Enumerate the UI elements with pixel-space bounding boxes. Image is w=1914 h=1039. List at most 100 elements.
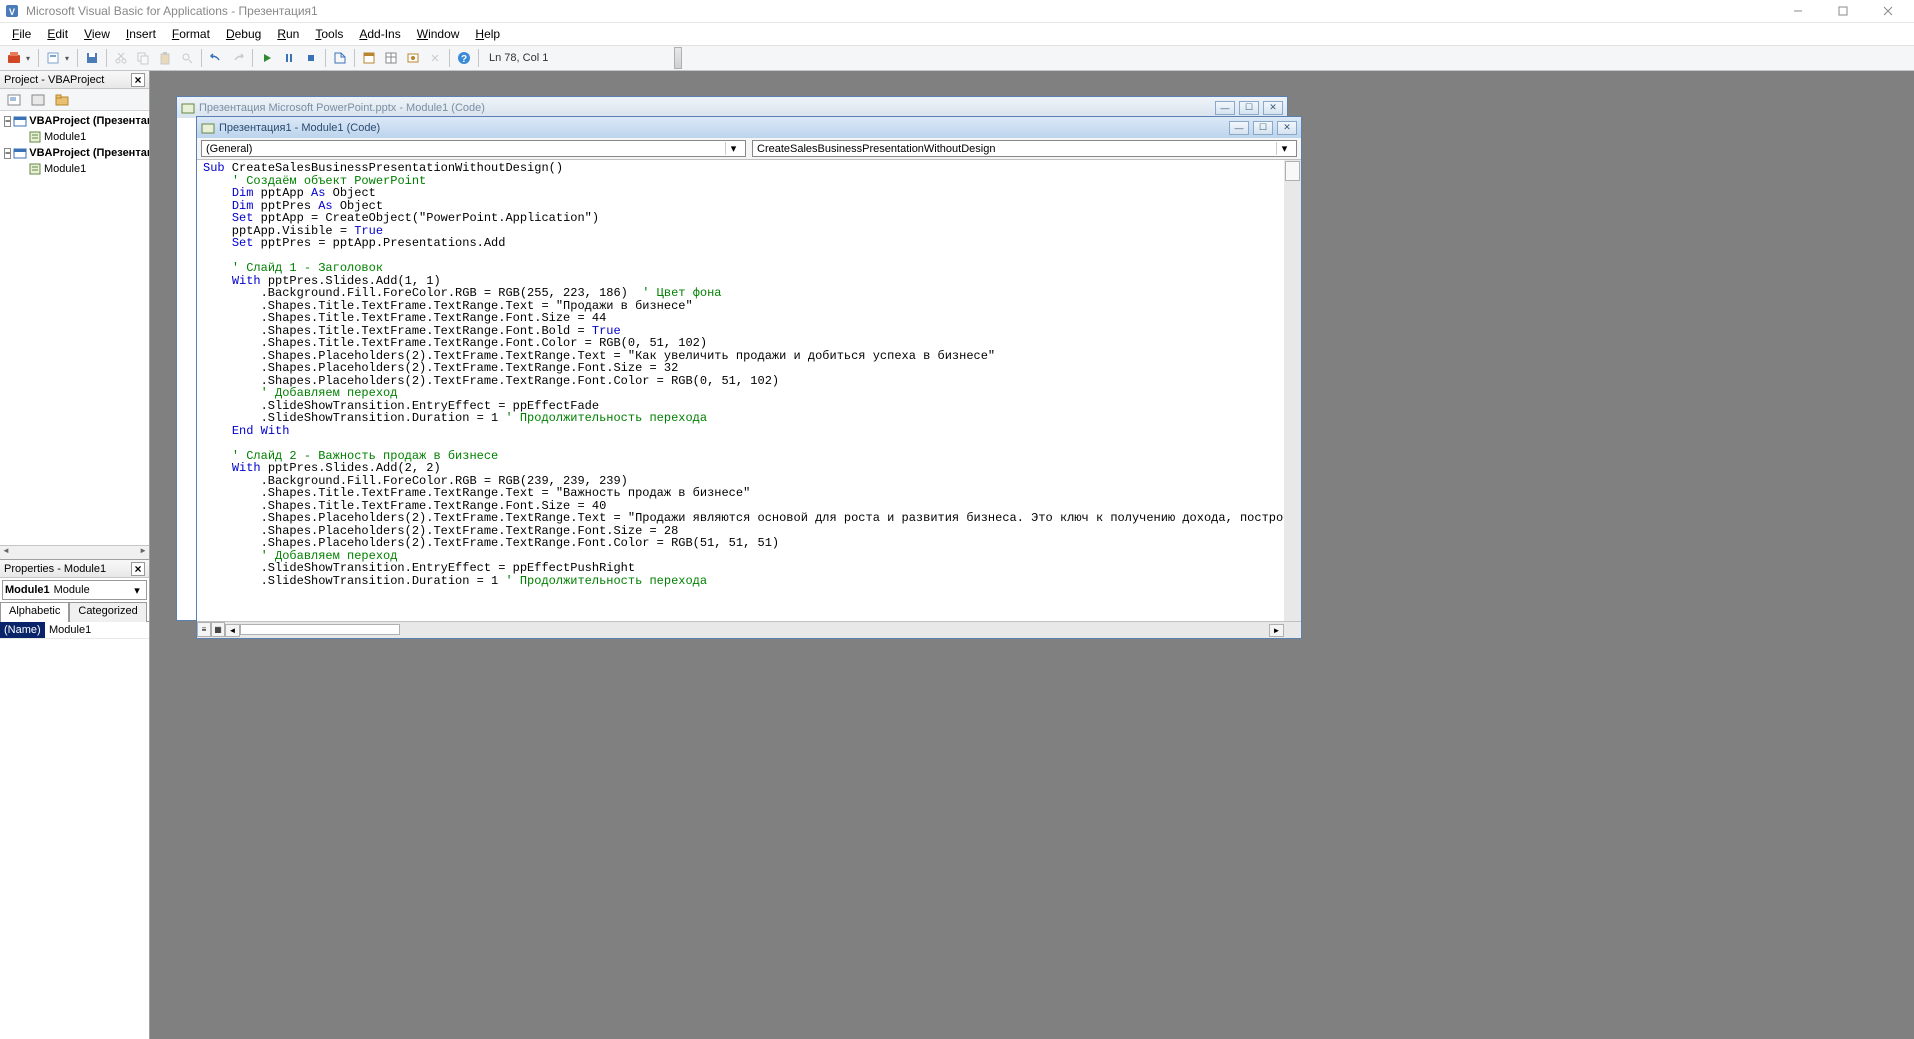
collapse-icon[interactable]: −: [4, 148, 11, 159]
save-button[interactable]: [82, 48, 102, 68]
view-code-button[interactable]: [4, 90, 24, 110]
project-icon: [13, 146, 27, 160]
properties-grid[interactable]: (Name) Module1: [0, 622, 149, 1039]
toolbox-button[interactable]: [425, 48, 445, 68]
dropdown-arrow-icon[interactable]: ▾: [130, 584, 144, 597]
code-editor[interactable]: Sub CreateSalesBusinessPresentationWitho…: [197, 160, 1301, 621]
object-browser-button[interactable]: [403, 48, 423, 68]
properties-window-button[interactable]: [381, 48, 401, 68]
procedure-dropdown[interactable]: CreateSalesBusinessPresentationWithoutDe…: [752, 140, 1297, 157]
break-button[interactable]: [279, 48, 299, 68]
dropdown-arrow-icon[interactable]: ▾: [26, 54, 34, 63]
full-module-view-button[interactable]: ▦: [211, 622, 225, 637]
maximize-button[interactable]: [1820, 0, 1865, 23]
scroll-right-button[interactable]: ►: [1269, 624, 1284, 637]
code-window-titlebar[interactable]: Презентация1 - Module1 (Code) — ☐ ✕: [197, 117, 1301, 138]
project-explorer-button[interactable]: [359, 48, 379, 68]
property-name: (Name): [0, 622, 45, 638]
close-button[interactable]: ✕: [1263, 101, 1283, 115]
project-panel-close-button[interactable]: ×: [131, 73, 145, 87]
scrollbar-thumb[interactable]: [1285, 161, 1300, 181]
module-node[interactable]: Module1: [2, 129, 147, 145]
procedure-dropdown-value: CreateSalesBusinessPresentationWithoutDe…: [757, 143, 995, 155]
property-value[interactable]: Module1: [45, 622, 149, 638]
procedure-view-button[interactable]: ≡: [197, 622, 211, 637]
maximize-button[interactable]: ☐: [1253, 121, 1273, 135]
collapse-icon[interactable]: −: [4, 116, 11, 127]
properties-object-combo[interactable]: Module1 Module ▾: [2, 580, 147, 600]
combo-object-name: Module1: [5, 584, 50, 596]
tree-hscroll[interactable]: [0, 545, 149, 559]
module-node[interactable]: Module1: [2, 161, 147, 177]
project-tree[interactable]: − VBAProject (Презентац Module1 − VBAPro…: [0, 111, 149, 545]
menu-edit[interactable]: Edit: [39, 25, 76, 43]
module-label: Module1: [44, 163, 86, 175]
menu-run[interactable]: Run: [269, 25, 307, 43]
tab-categorized[interactable]: Categorized: [69, 602, 146, 622]
project-node[interactable]: − VBAProject (Презентац: [2, 145, 147, 161]
menu-format[interactable]: Format: [164, 25, 218, 43]
module-label: Module1: [44, 131, 86, 143]
menu-file[interactable]: File: [4, 25, 39, 43]
help-button[interactable]: ?: [454, 48, 474, 68]
maximize-button[interactable]: ☐: [1239, 101, 1259, 115]
view-powerpoint-button[interactable]: [4, 48, 24, 68]
code-window-footer: ≡ ▦ ◄ ►: [197, 621, 1301, 638]
tab-alphabetic[interactable]: Alphabetic: [0, 602, 69, 622]
project-icon: [13, 114, 27, 128]
object-dropdown[interactable]: (General) ▾: [201, 140, 746, 157]
redo-button[interactable]: [228, 48, 248, 68]
svg-text:V: V: [9, 7, 15, 17]
dropdown-arrow-icon[interactable]: ▾: [65, 54, 73, 63]
menu-tools[interactable]: Tools: [307, 25, 351, 43]
cut-button[interactable]: [111, 48, 131, 68]
project-node[interactable]: − VBAProject (Презентац: [2, 113, 147, 129]
insert-button[interactable]: [43, 48, 63, 68]
menu-add-ins[interactable]: Add-Ins: [351, 25, 408, 43]
horizontal-scrollbar[interactable]: ◄ ►: [225, 622, 1284, 638]
scrollbar-thumb[interactable]: [240, 624, 400, 635]
code-window-front[interactable]: Презентация1 - Module1 (Code) — ☐ ✕ (Gen…: [196, 116, 1302, 639]
minimize-button[interactable]: —: [1215, 101, 1235, 115]
code-window-titlebar[interactable]: Презентация Microsoft PowerPoint.pptx - …: [177, 97, 1287, 118]
vertical-scrollbar[interactable]: [1284, 160, 1301, 621]
property-row[interactable]: (Name) Module1: [0, 622, 149, 639]
copy-button[interactable]: [133, 48, 153, 68]
menu-view[interactable]: View: [76, 25, 118, 43]
paste-button[interactable]: [155, 48, 175, 68]
properties-panel-close-button[interactable]: ×: [131, 562, 145, 576]
minimize-button[interactable]: —: [1229, 121, 1249, 135]
toggle-folders-button[interactable]: [52, 90, 72, 110]
svg-text:?: ?: [461, 54, 467, 65]
properties-tabs: Alphabetic Categorized: [0, 602, 149, 622]
menu-insert[interactable]: Insert: [118, 25, 164, 43]
project-label: VBAProject (Презентац: [29, 147, 149, 159]
close-button[interactable]: ✕: [1277, 121, 1297, 135]
app-titlebar: V Microsoft Visual Basic for Application…: [0, 0, 1914, 23]
find-button[interactable]: [177, 48, 197, 68]
project-panel-header: Project - VBAProject ×: [0, 71, 149, 89]
design-mode-button[interactable]: [330, 48, 350, 68]
project-label: VBAProject (Презентац: [29, 115, 149, 127]
dropdown-arrow-icon[interactable]: ▾: [1276, 142, 1292, 155]
dropdown-arrow-icon[interactable]: ▾: [725, 142, 741, 155]
undo-button[interactable]: [206, 48, 226, 68]
view-object-button[interactable]: [28, 90, 48, 110]
reset-button[interactable]: [301, 48, 321, 68]
properties-panel-title: Properties - Module1: [4, 563, 131, 575]
toolbar-end-handle[interactable]: [674, 47, 682, 69]
close-button[interactable]: [1865, 0, 1910, 23]
combo-object-type: Module: [54, 584, 90, 596]
code-window-icon: [201, 121, 215, 135]
minimize-button[interactable]: [1775, 0, 1820, 23]
menu-help[interactable]: Help: [467, 25, 508, 43]
code-window-title: Презентация1 - Module1 (Code): [219, 122, 1225, 134]
code-window-icon: [181, 101, 195, 115]
scroll-left-button[interactable]: ◄: [225, 624, 240, 637]
app-icon: V: [4, 3, 20, 19]
menu-window[interactable]: Window: [409, 25, 468, 43]
app-title: Microsoft Visual Basic for Applications …: [26, 4, 1775, 18]
menu-debug[interactable]: Debug: [218, 25, 269, 43]
module-icon: [28, 130, 42, 144]
run-button[interactable]: [257, 48, 277, 68]
